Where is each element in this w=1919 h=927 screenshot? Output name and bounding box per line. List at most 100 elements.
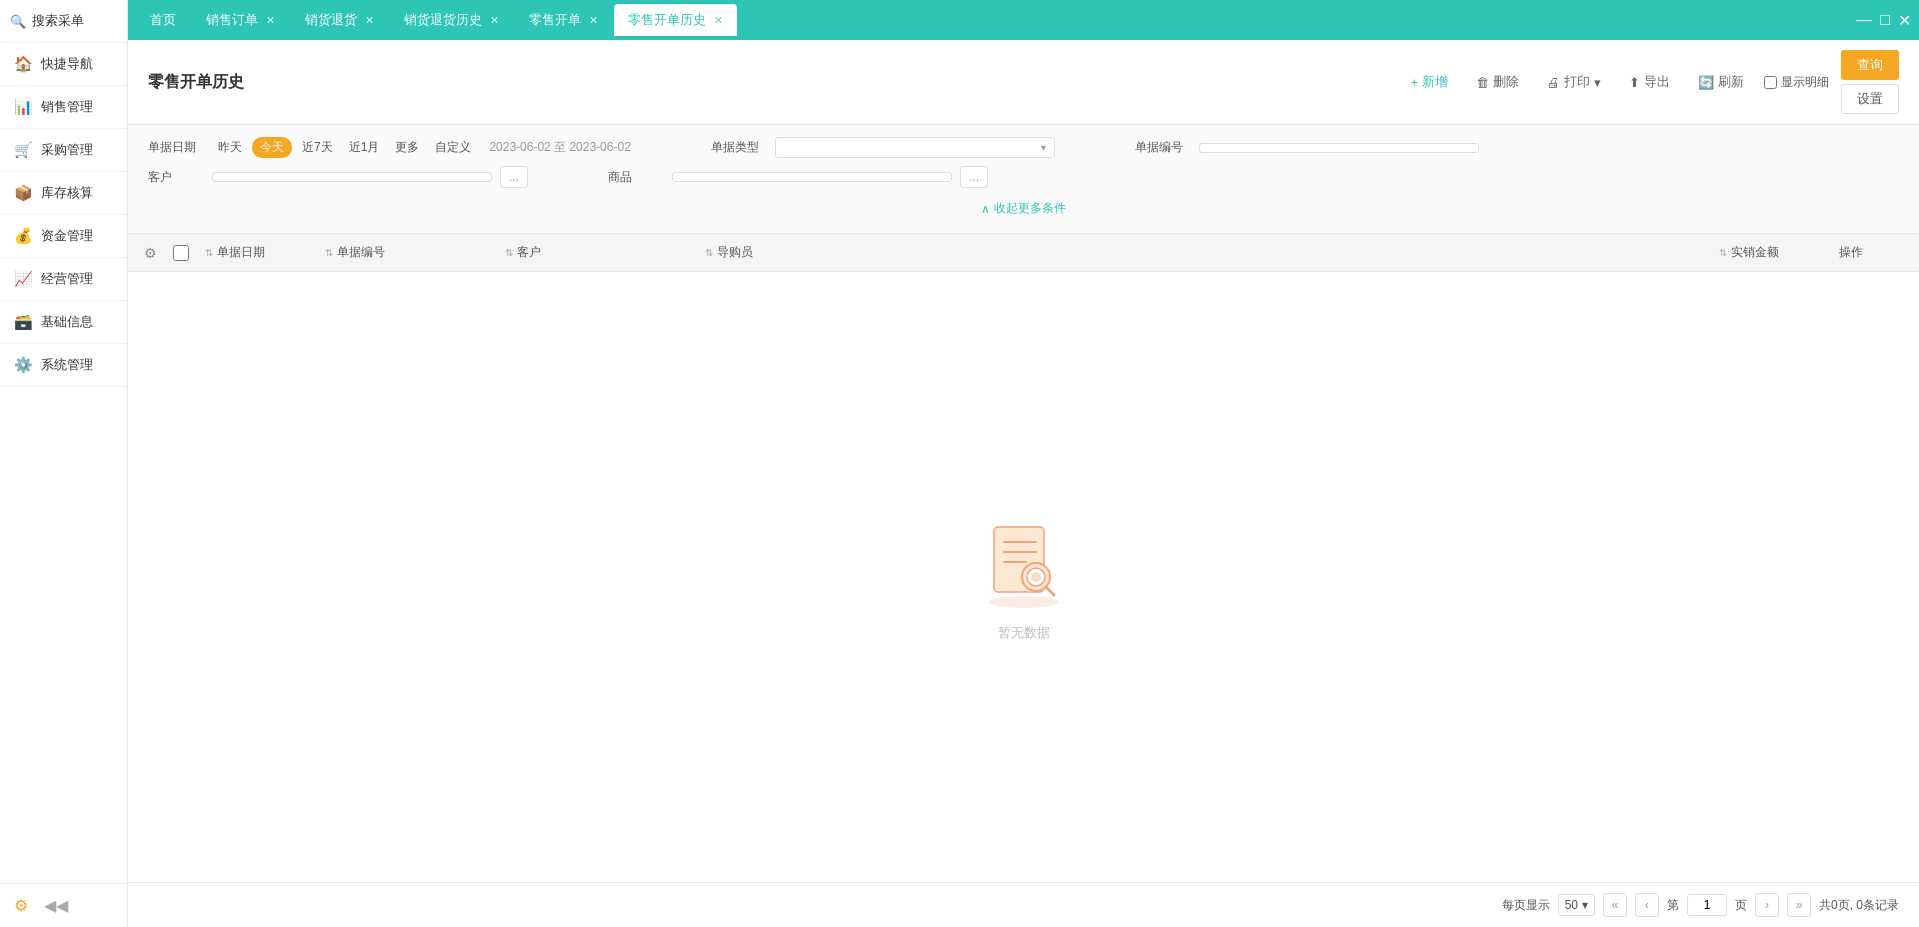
column-settings-icon[interactable]: ⚙: [136, 245, 165, 261]
doc-num-label: 单据编号: [1135, 139, 1191, 156]
add-icon: +: [1410, 75, 1418, 90]
tab-close-sales-return-history[interactable]: ✕: [490, 14, 499, 27]
goods-ellipsis-btn[interactable]: ...: [960, 166, 988, 188]
print-button[interactable]: 🖨 打印 ▾: [1539, 69, 1609, 95]
filter-row-2: 客户 ... 商品 ...: [148, 166, 1899, 188]
date-btn-custom[interactable]: 自定义: [429, 137, 477, 158]
maximize-btn[interactable]: □: [1880, 11, 1890, 29]
tab-close-retail-open-history[interactable]: ✕: [714, 14, 723, 27]
toolbar: + 新增 🗑 删除 🖨 打印 ▾ ⬆ 导出 🔄 刷: [1402, 50, 1899, 114]
sort-icon: ⇅: [205, 247, 213, 258]
sidebar-item-label: 库存核算: [41, 184, 93, 202]
tab-sales-order[interactable]: 销售订单 ✕: [192, 4, 289, 36]
select-all-checkbox[interactable]: [173, 245, 189, 261]
tab-retail-open-history[interactable]: 零售开单历史 ✕: [614, 4, 737, 36]
print-icon: 🖨: [1547, 75, 1560, 90]
sidebar-item-label: 快捷导航: [41, 55, 93, 73]
date-btn-more[interactable]: 更多: [389, 137, 425, 158]
display-detail-check[interactable]: 显示明细: [1764, 74, 1829, 91]
delete-button[interactable]: 🗑 删除: [1468, 69, 1527, 95]
display-detail-checkbox[interactable]: [1764, 76, 1777, 89]
sales-icon: 📊: [14, 98, 33, 116]
export-button[interactable]: ⬆ 导出: [1621, 69, 1678, 95]
window-controls: — □ ✕: [1856, 11, 1911, 30]
home-icon: 🏠: [14, 55, 33, 73]
goods-filter-field: 商品 ...: [608, 166, 988, 188]
sidebar-item-sales-mgmt[interactable]: 📊 销售管理: [0, 86, 127, 129]
sidebar-item-quick-nav[interactable]: 🏠 快捷导航: [0, 43, 127, 86]
query-button[interactable]: 查询: [1841, 50, 1899, 80]
doc-num-input[interactable]: [1199, 143, 1479, 153]
collapse-more-btn[interactable]: ∧ 收起更多条件: [148, 196, 1899, 221]
collapse-label: 收起更多条件: [994, 200, 1066, 217]
customer-label: 客户: [148, 169, 204, 186]
date-btn-today[interactable]: 今天: [252, 137, 292, 158]
first-page-btn[interactable]: «: [1603, 893, 1627, 917]
goods-input[interactable]: [672, 172, 952, 182]
next-page-btn[interactable]: ›: [1755, 893, 1779, 917]
settings-button[interactable]: 设置: [1841, 84, 1899, 114]
page-size-select[interactable]: 50 ▾: [1558, 894, 1595, 916]
table-area: ⚙ ⇅ 单据日期 ⇅ 单据编号 ⇅ 客户 ⇅ 导购员: [128, 234, 1919, 882]
search-icon: 🔍: [10, 14, 26, 29]
th-guide[interactable]: ⇅ 导购员: [697, 244, 817, 261]
tab-home[interactable]: 首页: [136, 4, 190, 36]
tab-close-sales-return[interactable]: ✕: [365, 14, 374, 27]
sort-icon: ⇅: [505, 247, 513, 258]
sidebar-item-label: 系统管理: [41, 356, 93, 374]
empty-text: 暂无数据: [998, 624, 1050, 642]
last-page-btn[interactable]: »: [1787, 893, 1811, 917]
ops-icon: 📈: [14, 270, 33, 288]
date-filter-label: 单据日期: [148, 139, 204, 156]
tab-close-sales-order[interactable]: ✕: [266, 14, 275, 27]
doc-type-select[interactable]: ▾: [775, 137, 1055, 158]
date-range-display: 2023-06-02 至 2023-06-02: [489, 139, 630, 156]
minimize-btn[interactable]: —: [1856, 11, 1872, 29]
sidebar-item-sys-mgmt[interactable]: ⚙️ 系统管理: [0, 344, 127, 387]
filter-row-1: 单据日期 昨天 今天 近7天 近1月 更多 自定义 2023-06-02 至 2…: [148, 137, 1899, 158]
tab-sales-return-history[interactable]: 销货退货历史 ✕: [390, 4, 513, 36]
svg-line-8: [1046, 587, 1054, 595]
content-area: 零售开单历史 + 新增 🗑 删除 🖨 打印 ▾ ⬆ 导出: [128, 40, 1919, 927]
gear-icon[interactable]: ⚙: [14, 896, 28, 915]
th-date[interactable]: ⇅ 单据日期: [197, 244, 317, 261]
tab-close-retail-open[interactable]: ✕: [589, 14, 598, 27]
sidebar-item-purchase-mgmt[interactable]: 🛒 采购管理: [0, 129, 127, 172]
close-btn[interactable]: ✕: [1898, 11, 1911, 30]
tab-retail-open[interactable]: 零售开单 ✕: [515, 4, 612, 36]
table-header: ⚙ ⇅ 单据日期 ⇅ 单据编号 ⇅ 客户 ⇅ 导购员: [128, 234, 1919, 272]
settings-icon: ⚙️: [14, 356, 33, 374]
th-customer[interactable]: ⇅ 客户: [497, 244, 697, 261]
customer-ellipsis-btn[interactable]: ...: [500, 166, 528, 188]
doc-type-arrow: ▾: [1041, 142, 1046, 153]
sidebar-item-basic-info[interactable]: 🗃️ 基础信息: [0, 301, 127, 344]
sidebar-item-inventory[interactable]: 📦 库存核算: [0, 172, 127, 215]
date-btn-last7[interactable]: 近7天: [296, 137, 339, 158]
add-button[interactable]: + 新增: [1402, 69, 1456, 95]
th-op: 操作: [1831, 244, 1911, 261]
display-detail-label: 显示明细: [1781, 74, 1829, 91]
collapse-sidebar-icon[interactable]: ◀◀: [44, 896, 68, 915]
basic-info-icon: 🗃️: [14, 313, 33, 331]
delete-icon: 🗑: [1476, 75, 1489, 90]
date-btn-last-month[interactable]: 近1月: [343, 137, 386, 158]
collapse-icon: ∧: [981, 202, 990, 216]
sort-icon: ⇅: [705, 247, 713, 258]
refresh-button[interactable]: 🔄 刷新: [1690, 69, 1752, 95]
sidebar-item-label: 经营管理: [41, 270, 93, 288]
sidebar-search[interactable]: 🔍 搜索采单: [0, 0, 127, 43]
sidebar-item-finance-mgmt[interactable]: 💰 资金管理: [0, 215, 127, 258]
page-input[interactable]: [1687, 894, 1727, 916]
date-btn-group: 昨天 今天 近7天 近1月 更多 自定义: [212, 137, 477, 158]
customer-input[interactable]: [212, 172, 492, 182]
sidebar-item-label: 资金管理: [41, 227, 93, 245]
th-num[interactable]: ⇅ 单据编号: [317, 244, 497, 261]
prev-page-btn[interactable]: ‹: [1635, 893, 1659, 917]
sidebar-item-ops-mgmt[interactable]: 📈 经营管理: [0, 258, 127, 301]
sort-icon: ⇅: [325, 247, 333, 258]
date-btn-yesterday[interactable]: 昨天: [212, 137, 248, 158]
purchase-icon: 🛒: [14, 141, 33, 159]
top-nav: 首页 销售订单 ✕ 销货退货 ✕ 销货退货历史 ✕ 零售开单 ✕ 零售开单历史 …: [128, 0, 1919, 40]
tab-sales-return[interactable]: 销货退货 ✕: [291, 4, 388, 36]
th-amount[interactable]: ⇅ 实销金额: [1711, 244, 1831, 261]
